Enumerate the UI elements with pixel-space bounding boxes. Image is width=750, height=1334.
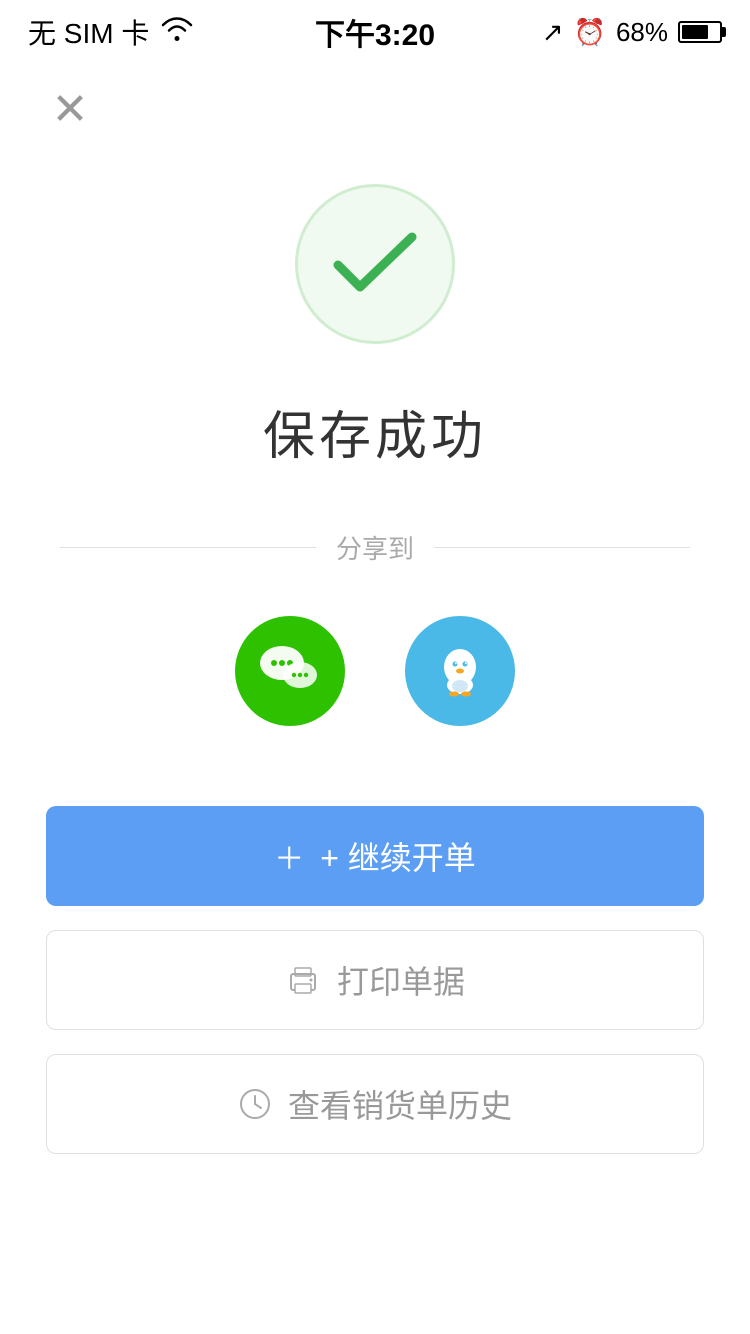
- status-time: 下午3:20: [315, 10, 435, 54]
- print-button[interactable]: 打印单据: [46, 930, 704, 1030]
- checkmark-icon: [330, 229, 420, 299]
- divider-left: [60, 547, 316, 548]
- share-divider: 分享到: [0, 529, 750, 566]
- no-sim-text: 无 SIM 卡: [28, 12, 149, 52]
- continue-order-button[interactable]: ＋ + 继续开单: [46, 806, 704, 906]
- main-content: 保存成功 分享到: [0, 64, 750, 1154]
- qq-share-button[interactable]: [405, 616, 515, 726]
- status-left: 无 SIM 卡: [28, 12, 195, 52]
- status-right: ↗ ⏰ 68%: [542, 17, 722, 48]
- close-button[interactable]: ✕: [40, 80, 100, 140]
- print-label: 打印单据: [337, 957, 465, 1003]
- battery-text: 68%: [616, 17, 668, 48]
- history-button[interactable]: 查看销货单历史: [46, 1054, 704, 1154]
- alarm-icon: ⏰: [574, 17, 606, 48]
- continue-label: + 继续开单: [320, 833, 476, 879]
- actions-section: ＋ + 继续开单 打印单据: [0, 806, 750, 1154]
- divider-right: [434, 547, 690, 548]
- close-icon: ✕: [52, 88, 89, 132]
- qq-icon: [430, 641, 490, 701]
- status-bar: 无 SIM 卡 下午3:20 ↗ ⏰ 68%: [0, 0, 750, 64]
- share-icons-row: [235, 616, 515, 726]
- history-label: 查看销货单历史: [288, 1081, 512, 1127]
- success-title: 保存成功: [263, 394, 487, 469]
- printer-icon: [285, 964, 321, 996]
- plus-icon: ＋: [274, 834, 304, 878]
- wechat-icon: [256, 637, 324, 705]
- battery-icon: [678, 21, 722, 43]
- wifi-icon: [159, 16, 195, 49]
- location-icon: ↗: [542, 17, 564, 48]
- wechat-share-button[interactable]: [235, 616, 345, 726]
- share-label: 分享到: [336, 529, 414, 566]
- clock-icon: [238, 1087, 272, 1121]
- share-section: 分享到: [0, 529, 750, 726]
- success-circle: [295, 184, 455, 344]
